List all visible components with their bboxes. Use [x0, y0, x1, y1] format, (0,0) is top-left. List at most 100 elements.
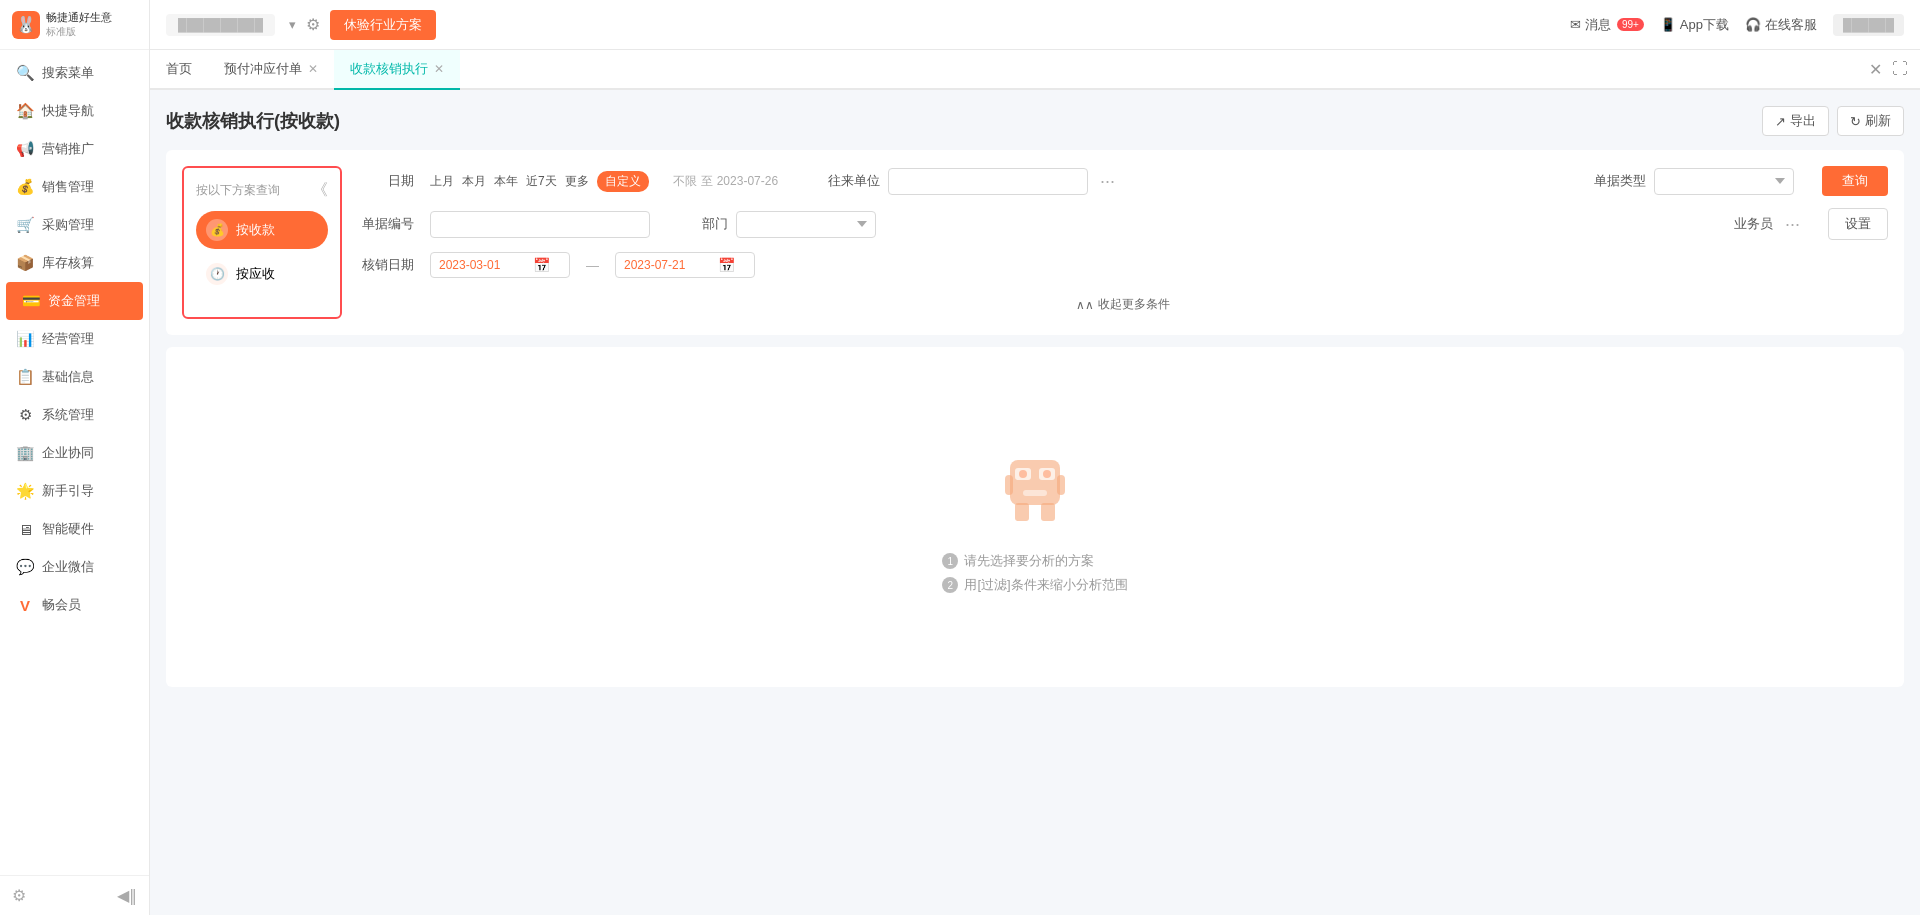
collapse-sidebar-icon[interactable]: ◀‖: [117, 886, 137, 905]
sidebar-item-label: 经营管理: [42, 330, 94, 348]
tab-prepay[interactable]: 预付冲应付单 ✕: [208, 50, 334, 90]
counterpart-input[interactable]: [888, 168, 1088, 195]
collapse-more-button[interactable]: ∧∧ 收起更多条件: [358, 290, 1888, 319]
refresh-label: 刷新: [1865, 112, 1891, 130]
sidebar-item-label: 基础信息: [42, 368, 94, 386]
logo-name: 畅捷通好生意: [46, 10, 112, 24]
sidebar-item-member[interactable]: V 畅会员: [0, 586, 149, 624]
sidebar-item-inventory[interactable]: 📦 库存核算: [0, 244, 149, 282]
svg-rect-6: [1015, 503, 1029, 521]
collapse-more-label: 收起更多条件: [1098, 296, 1170, 313]
query-button[interactable]: 查询: [1822, 166, 1888, 196]
date-shortcuts: 上月 本月 本年 近7天 更多 自定义: [430, 171, 649, 192]
sidebar-item-marketing[interactable]: 📢 营销推广: [0, 130, 149, 168]
svg-point-8: [1019, 470, 1027, 478]
sidebar-item-system[interactable]: ⚙ 系统管理: [0, 396, 149, 434]
sidebar: 🐰 畅捷通好生意 标准版 🔍 搜索菜单 🏠 快捷导航 📢 营销推广 💰 销售管理…: [0, 0, 150, 915]
tab-bar: 首页 预付冲应付单 ✕ 收款核销执行 ✕ ✕ ⛶: [150, 50, 1920, 90]
filter-panel-title: 按以下方案查询 《: [196, 180, 328, 201]
tab-receivable-close-icon[interactable]: ✕: [434, 62, 444, 76]
tab-prepay-label: 预付冲应付单: [224, 60, 302, 78]
filter-option-receipt-label: 按收款: [236, 221, 275, 239]
date-separator: —: [586, 258, 599, 273]
dept-group: 部门: [696, 211, 1693, 238]
home-nav-icon: 🏠: [16, 102, 34, 120]
header-gear-icon[interactable]: ⚙: [306, 15, 320, 34]
doc-no-input[interactable]: [430, 211, 650, 238]
filter-option-receivable-label: 按应收: [236, 265, 275, 283]
export-button[interactable]: ↗ 导出: [1762, 106, 1829, 136]
date-custom-badge[interactable]: 自定义: [597, 171, 649, 192]
service-label: 在线客服: [1765, 16, 1817, 34]
sidebar-item-operation[interactable]: 📊 经营管理: [0, 320, 149, 358]
svg-rect-3: [1023, 490, 1047, 496]
online-service-button[interactable]: 🎧 在线客服: [1745, 16, 1817, 34]
staff-dots-icon[interactable]: ···: [1785, 214, 1800, 235]
sidebar-item-quick-nav[interactable]: 🏠 快捷导航: [0, 92, 149, 130]
tab-expand-button[interactable]: ⛶: [1892, 60, 1908, 78]
sidebar-item-purchase[interactable]: 🛒 采购管理: [0, 206, 149, 244]
export-icon: ↗: [1775, 114, 1786, 129]
top-header: ██████████ ▾ ⚙ 休验行业方案 ✉ 消息 99+ 📱 App下载 🎧…: [150, 0, 1920, 50]
header-left: ██████████ ▾ ⚙ 休验行业方案: [166, 10, 436, 40]
tab-prepay-close-icon[interactable]: ✕: [308, 62, 318, 76]
date-unlimited-label: 不限: [673, 173, 697, 190]
filter-panel: 按以下方案查询 《 💰 按收款 🕐 按应收: [182, 166, 342, 319]
filter-row-3: 核销日期 📅 — 📅: [358, 252, 1888, 278]
filter-option-receipt[interactable]: 💰 按收款: [196, 211, 328, 249]
tab-home[interactable]: 首页: [150, 50, 208, 90]
tab-home-label: 首页: [166, 60, 192, 78]
sidebar-item-guide[interactable]: 🌟 新手引导: [0, 472, 149, 510]
message-label: 消息: [1585, 16, 1611, 34]
doc-no-label: 单据编号: [358, 215, 414, 233]
app-download-button[interactable]: 📱 App下载: [1660, 16, 1729, 34]
receivable-option-icon: 🕐: [206, 263, 228, 285]
refresh-button[interactable]: ↻ 刷新: [1837, 106, 1904, 136]
date-last-month[interactable]: 上月: [430, 173, 454, 190]
dept-label: 部门: [696, 215, 728, 233]
dept-select[interactable]: [736, 211, 876, 238]
sidebar-item-search[interactable]: 🔍 搜索菜单: [0, 54, 149, 92]
sidebar-item-label: 系统管理: [42, 406, 94, 424]
filter-collapse-icon[interactable]: 《: [312, 180, 328, 201]
svg-point-9: [1043, 470, 1051, 478]
content-area: 1 请先选择要分析的方案 2 用[过滤]条件来缩小分析范围: [166, 347, 1904, 687]
message-badge: 99+: [1617, 18, 1644, 31]
tab-close-all-button[interactable]: ✕: [1869, 60, 1882, 79]
doc-type-select[interactable]: [1654, 168, 1794, 195]
sidebar-item-wechat[interactable]: 💬 企业微信: [0, 548, 149, 586]
filter-option-receivable[interactable]: 🕐 按应收: [196, 255, 328, 293]
verify-date-to-input[interactable]: [624, 258, 714, 272]
date-this-year[interactable]: 本年: [494, 173, 518, 190]
settings-icon[interactable]: ⚙: [12, 886, 26, 905]
tip-num-1: 1: [942, 553, 958, 569]
sidebar-item-basic[interactable]: 📋 基础信息: [0, 358, 149, 396]
sidebar-item-enterprise[interactable]: 🏢 企业协同: [0, 434, 149, 472]
sidebar-item-finance[interactable]: 💳 资金管理: [6, 282, 143, 320]
date-this-month[interactable]: 本月: [462, 173, 486, 190]
message-button[interactable]: ✉ 消息 99+: [1570, 16, 1644, 34]
verify-date-from-input[interactable]: [439, 258, 529, 272]
settings-button[interactable]: 设置: [1828, 208, 1888, 240]
query-button-wrapper: 查询: [1822, 166, 1888, 196]
calendar-from-icon[interactable]: 📅: [533, 257, 550, 273]
tab-receivable[interactable]: 收款核销执行 ✕: [334, 50, 460, 90]
date-to-label: 至: [701, 173, 713, 190]
date-more[interactable]: 更多: [565, 173, 589, 190]
counterpart-label: 往来单位: [824, 172, 880, 190]
sidebar-item-label: 销售管理: [42, 178, 94, 196]
user-avatar[interactable]: ██████: [1833, 14, 1904, 36]
verify-date-from-wrapper: 📅: [430, 252, 570, 278]
sidebar-item-sales[interactable]: 💰 销售管理: [0, 168, 149, 206]
sidebar-item-label: 快捷导航: [42, 102, 94, 120]
calendar-to-icon[interactable]: 📅: [718, 257, 735, 273]
industry-button[interactable]: 休验行业方案: [330, 10, 436, 40]
date-unlimited: 不限 至 2023-07-26: [673, 173, 778, 190]
sidebar-item-label: 企业协同: [42, 444, 94, 462]
header-dropdown-icon[interactable]: ▾: [289, 17, 296, 32]
app-label: App下载: [1680, 16, 1729, 34]
sidebar-item-hardware[interactable]: 🖥 智能硬件: [0, 510, 149, 548]
date-7days[interactable]: 近7天: [526, 173, 557, 190]
filter-area: 按以下方案查询 《 💰 按收款 🕐 按应收 日期 上月: [166, 150, 1904, 335]
counterpart-dots-icon[interactable]: ···: [1100, 171, 1115, 192]
